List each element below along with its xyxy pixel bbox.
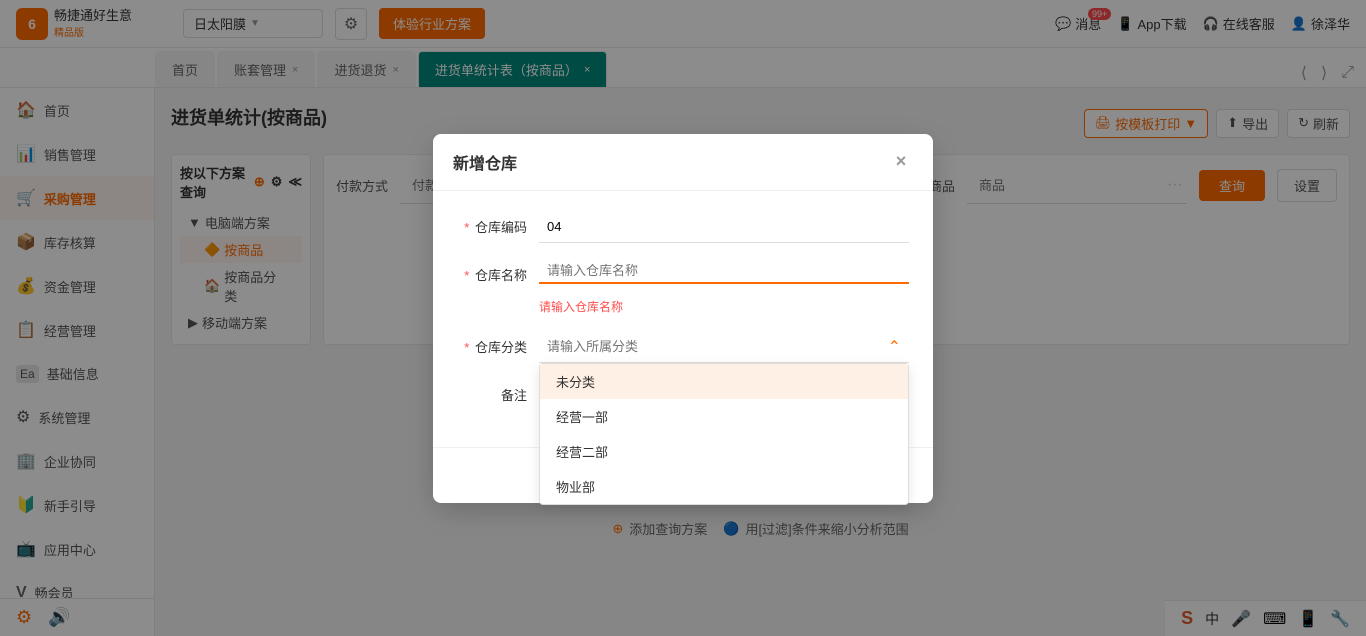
dropdown-item-uncategorized[interactable]: 未分类 (540, 364, 908, 399)
modal-header: 新增仓库 × (433, 134, 933, 191)
modal-title: 新增仓库 (453, 150, 517, 174)
name-input-container (539, 259, 909, 284)
modal-overlay: 新增仓库 × * 仓库编码 * 仓库名称 (0, 0, 1366, 636)
form-row-category: * 仓库分类 ⌃ 未分类 经营一部 经营二部 物业部 (457, 331, 909, 363)
new-warehouse-modal: 新增仓库 × * 仓库编码 * 仓库名称 (433, 134, 933, 503)
form-row-code: * 仓库编码 (457, 211, 909, 243)
category-input[interactable] (539, 331, 909, 363)
name-error: 请输入仓库名称 (539, 298, 623, 315)
dropdown-item-dept1[interactable]: 经营一部 (540, 399, 908, 434)
dropdown-item-dept2[interactable]: 经营二部 (540, 434, 908, 469)
code-label: * 仓库编码 (457, 211, 527, 236)
modal-close-button[interactable]: × (889, 150, 913, 174)
modal-body: * 仓库编码 * 仓库名称 请输入仓库名称 (433, 191, 933, 447)
required-mark: * (464, 220, 469, 235)
category-input-wrapper: ⌃ 未分类 经营一部 经营二部 物业部 (539, 331, 909, 363)
dropdown-item-property[interactable]: 物业部 (540, 469, 908, 504)
category-label: * 仓库分类 (457, 331, 527, 356)
category-dropdown: 未分类 经营一部 经营二部 物业部 (539, 363, 909, 505)
name-label: * 仓库名称 (457, 259, 527, 284)
form-row-name: * 仓库名称 请输入仓库名称 (457, 259, 909, 315)
code-input[interactable] (539, 211, 909, 243)
name-input[interactable] (539, 259, 909, 284)
remark-label: 备注 (457, 379, 527, 404)
chevron-up-icon[interactable]: ⌃ (888, 337, 901, 357)
